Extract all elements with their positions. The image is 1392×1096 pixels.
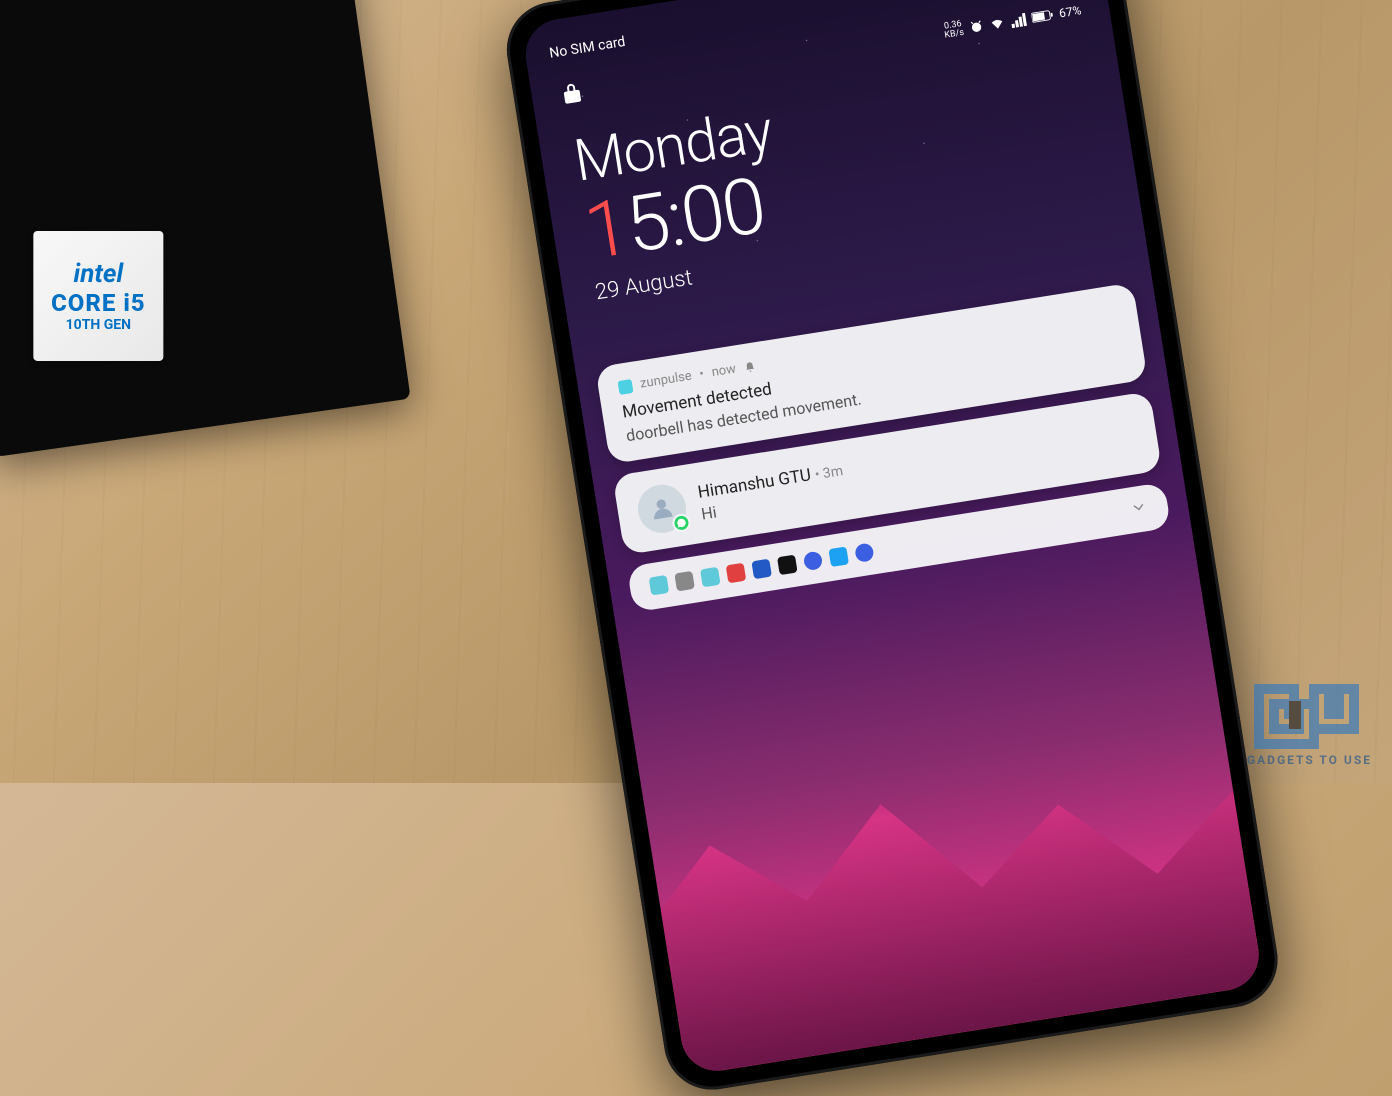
watermark-text: GADGETS TO USE <box>1247 753 1372 767</box>
bell-icon <box>743 360 757 374</box>
app-icon <box>803 551 824 572</box>
notification-time: now <box>711 362 737 381</box>
app-icon <box>700 567 721 588</box>
app-icon <box>854 542 875 563</box>
app-icon <box>674 571 695 592</box>
intel-brand-label: intel <box>74 259 124 289</box>
intel-gen-label: 10TH GEN <box>66 317 131 333</box>
notification-time: 3m <box>822 463 844 482</box>
intel-sticker: intel CORE i5 10TH GEN <box>33 231 163 361</box>
avatar <box>635 481 690 536</box>
alarm-icon <box>968 19 984 35</box>
black-device-box: intel CORE i5 10TH GEN <box>0 0 411 457</box>
app-icon <box>828 546 849 567</box>
app-icon <box>777 555 798 576</box>
app-icon <box>617 379 633 395</box>
whatsapp-badge-icon <box>671 513 692 534</box>
watermark-logo: GADGETS TO USE <box>1247 679 1372 767</box>
app-icon <box>649 575 670 596</box>
battery-icon <box>1031 9 1055 24</box>
app-icon <box>726 563 747 584</box>
chevron-down-icon[interactable] <box>1128 497 1149 522</box>
signal-icon <box>1010 12 1027 27</box>
wifi-icon <box>988 14 1006 32</box>
data-speed-indicator: 0.36 KB/s <box>943 20 965 41</box>
intel-cpu-label: CORE i5 <box>51 289 146 317</box>
sim-status-text: No SIM card <box>548 34 626 62</box>
app-icon <box>751 559 772 580</box>
battery-percent: 67% <box>1058 3 1082 20</box>
notification-app-name: zunpulse <box>639 369 693 392</box>
lock-icon <box>558 80 586 111</box>
lockscreen-clock: Monday 15:00 29 August <box>569 97 794 305</box>
